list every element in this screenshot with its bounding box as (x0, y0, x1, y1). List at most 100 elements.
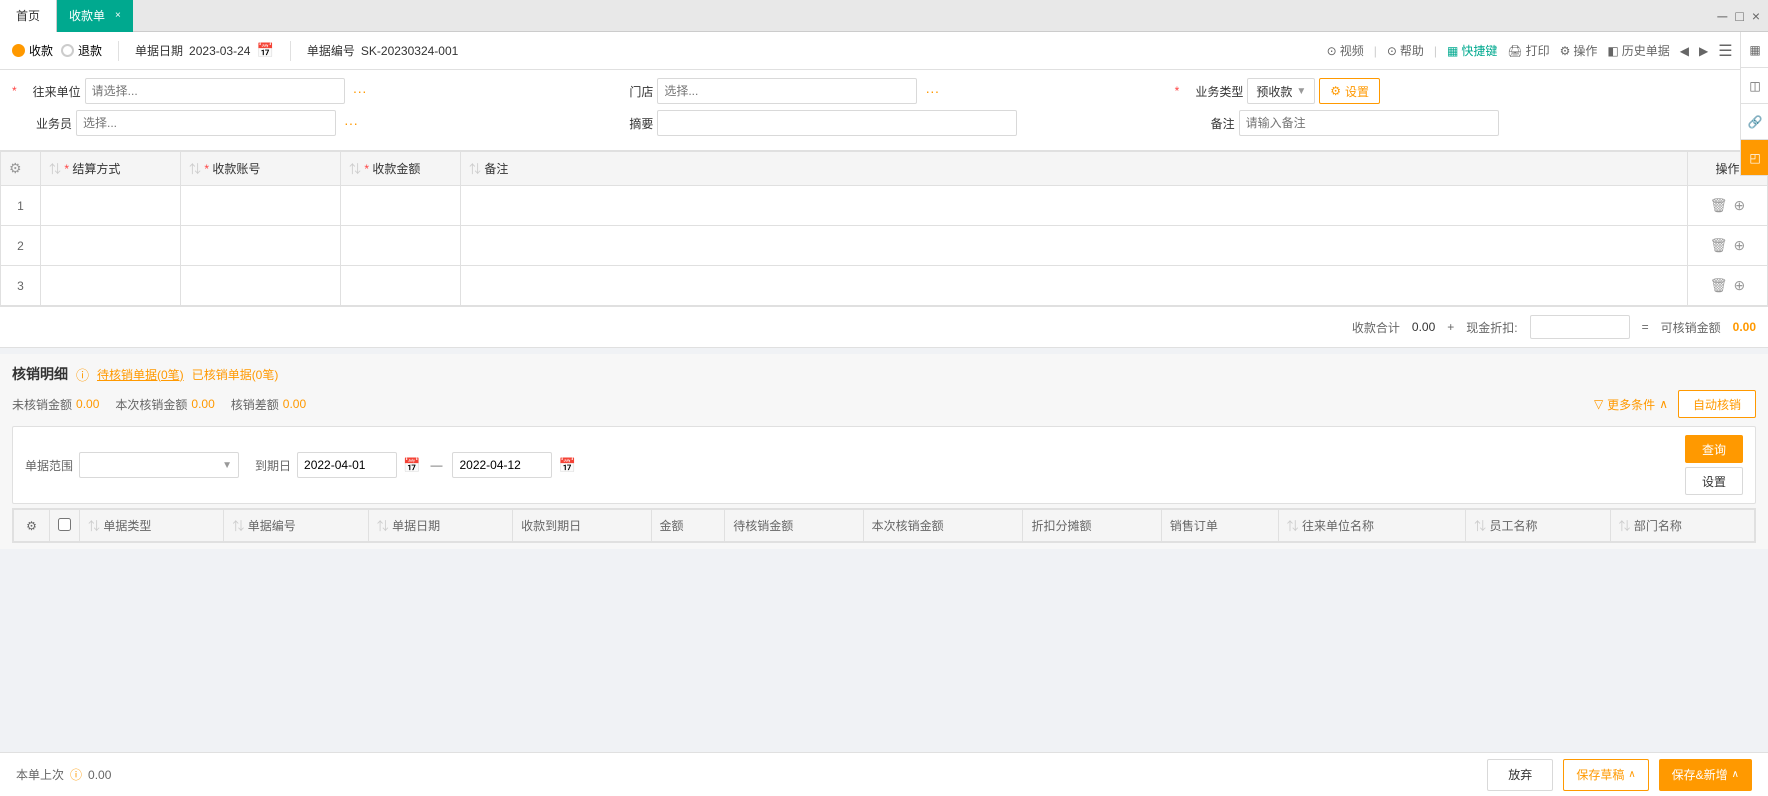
panel-icon-2: ◫ (1749, 79, 1760, 93)
row-account-2[interactable] (181, 226, 341, 266)
help-link[interactable]: ⊙ 帮助 (1387, 42, 1424, 59)
row-remark-2[interactable] (461, 226, 1688, 266)
auto-writeoff-btn[interactable]: 自动核销 (1678, 390, 1756, 418)
window-close-btn[interactable]: × (1752, 8, 1760, 24)
row-settlement-3[interactable] (41, 266, 181, 306)
select-all-checkbox[interactable] (58, 518, 71, 531)
right-panel-btn-1[interactable]: ▦ (1741, 32, 1768, 68)
bth-staff[interactable]: ⇅ 员工名称 (1466, 510, 1610, 542)
counterparty-more-icon[interactable]: ··· (353, 83, 367, 99)
th-settings[interactable]: ⚙ (1, 152, 41, 186)
action-link[interactable]: ⚙ 操作 (1560, 42, 1598, 59)
shortcut-link[interactable]: ▦ 快捷键 (1447, 42, 1497, 59)
radio-receive[interactable]: 收款 (12, 42, 53, 59)
right-panel-btn-4[interactable]: ◰ (1741, 140, 1768, 176)
radio-receive-label: 收款 (29, 42, 53, 59)
pending-tab[interactable]: 待核销单据(0笔) (97, 366, 184, 383)
more-filter-link[interactable]: ▽ 更多条件 ∧ (1594, 396, 1668, 413)
history-link[interactable]: ◧ 历史单据 (1607, 42, 1669, 59)
nav-right-icon[interactable]: ▶ (1699, 44, 1708, 58)
tab-home[interactable]: 首页 (0, 0, 57, 32)
row-remark-1[interactable] (461, 186, 1688, 226)
sort-icon-bn: ⇅ (232, 519, 244, 533)
table-settings-icon[interactable]: ⚙ (26, 519, 37, 533)
bth-counterparty[interactable]: ⇅ 往来单位名称 (1278, 510, 1466, 542)
radio-refund[interactable]: 退款 (61, 42, 102, 59)
query-btn[interactable]: 查询 (1685, 435, 1743, 463)
copy-row-3-btn[interactable]: ⊕ (1734, 277, 1746, 294)
discount-input[interactable] (1530, 315, 1630, 339)
delete-row-2-btn[interactable]: 🗑 (1710, 237, 1728, 254)
right-panel: ▦ ◫ 🔗 ◰ (1740, 32, 1768, 176)
row-amount-3[interactable] (341, 266, 461, 306)
date-from-calendar-icon[interactable]: 📅 (403, 457, 420, 474)
bth-bill-type[interactable]: ⇅ 单据类型 (80, 510, 224, 542)
date-to-input[interactable] (452, 452, 552, 478)
nav-left-icon[interactable]: ◀ (1680, 44, 1689, 58)
store-input[interactable] (657, 78, 917, 104)
row-remark-3[interactable] (461, 266, 1688, 306)
calendar-icon[interactable]: 📅 (256, 42, 273, 59)
bill-date-value[interactable]: 2023-03-24 (189, 44, 250, 58)
tab-bar: 首页 收款单 × ─ □ × (0, 0, 1768, 32)
date-to-calendar-icon[interactable]: 📅 (558, 457, 575, 474)
section-title: 核销明细 ⓘ 待核销单据(0笔) 已核销单据(0笔) (12, 364, 1756, 384)
panel-icon-1: ▦ (1749, 43, 1760, 57)
range-select[interactable]: ▼ (79, 452, 239, 478)
row-settlement-2[interactable] (41, 226, 181, 266)
tab-close-icon[interactable]: × (115, 0, 121, 32)
bth-checkbox[interactable] (50, 510, 80, 542)
delete-row-3-btn[interactable]: 🗑 (1710, 277, 1728, 294)
tab-active[interactable]: 收款单 × (57, 0, 133, 32)
row-settlement-1[interactable] (41, 186, 181, 226)
window-minimize-btn[interactable]: ─ (1717, 8, 1727, 24)
delete-row-1-btn[interactable]: 🗑 (1710, 197, 1728, 214)
settings-btn[interactable]: ⚙ 设置 (1319, 78, 1380, 104)
draft-btn[interactable]: 保存草稿 ∧ (1563, 759, 1648, 791)
list-view-icon[interactable]: ☰ (1718, 41, 1732, 61)
store-more-icon[interactable]: ··· (925, 83, 939, 99)
right-panel-btn-3[interactable]: 🔗 (1741, 104, 1768, 140)
copy-row-1-btn[interactable]: ⊕ (1734, 197, 1746, 214)
staff-more-icon[interactable]: ··· (344, 115, 358, 131)
receipts-table: ⚙ ⇅ * 结算方式 ⇅ * 收款账号 ⇅ * 收款金额 (0, 151, 1768, 306)
filter-settings-btn[interactable]: 设置 (1685, 467, 1743, 495)
remark-input[interactable] (1239, 110, 1499, 136)
save-new-btn[interactable]: 保存&新增 ∧ (1659, 759, 1752, 791)
bottom-table-wrap: ⚙ ⇅ 单据类型 ⇅ 单据编号 ⇅ 单据日期 (12, 508, 1756, 543)
done-tab[interactable]: 已核销单据(0笔) (192, 366, 279, 383)
row-account-3[interactable] (181, 266, 341, 306)
info-icon[interactable]: ⓘ (70, 766, 82, 783)
bth-bill-date[interactable]: ⇅ 单据日期 (368, 510, 512, 542)
video-link[interactable]: ⊙ 视频 (1327, 42, 1364, 59)
action-icon: ⚙ (1560, 44, 1571, 58)
abandon-btn[interactable]: 放弃 (1487, 759, 1553, 791)
bth-settings[interactable]: ⚙ (14, 510, 50, 542)
settings-icon[interactable]: ⚙ (9, 160, 22, 176)
row-amount-1[interactable] (341, 186, 461, 226)
range-filter: 单据范围 ▼ (25, 452, 239, 478)
bth-bill-no[interactable]: ⇅ 单据编号 (224, 510, 368, 542)
row-amount-2[interactable] (341, 226, 461, 266)
right-panel-btn-2[interactable]: ◫ (1741, 68, 1768, 104)
counterparty-input[interactable] (85, 78, 345, 104)
summary-input[interactable] (657, 110, 1017, 136)
staff-field: 业务员 ··· (12, 110, 593, 136)
writeoff-title: 核销明细 (12, 364, 68, 384)
shortcut-label: 快捷键 (1461, 42, 1497, 59)
biz-type-dropdown[interactable]: 预收款 ▼ (1247, 78, 1315, 104)
print-link[interactable]: 🖨 打印 (1507, 42, 1549, 59)
bth-current: 本次核销金额 (863, 510, 1023, 542)
row-account-1[interactable] (181, 186, 341, 226)
gear-icon: ⚙ (1330, 84, 1341, 98)
copy-row-2-btn[interactable]: ⊕ (1734, 237, 1746, 254)
bth-dept[interactable]: ⇅ 部门名称 (1610, 510, 1754, 542)
writeoff-info-icon[interactable]: ⓘ (76, 365, 89, 384)
form-area: * 往来单位 ··· 门店 ··· * 业务类型 预收款 ▼ ⚙ 设置 业务员 (0, 70, 1768, 151)
staff-input[interactable] (76, 110, 336, 136)
filter-icon: ▽ (1594, 397, 1603, 411)
table-row: 2 🗑 ⊕ (1, 226, 1768, 266)
action-label: 操作 (1573, 42, 1597, 59)
window-maximize-btn[interactable]: □ (1735, 8, 1743, 24)
date-from-input[interactable] (297, 452, 397, 478)
